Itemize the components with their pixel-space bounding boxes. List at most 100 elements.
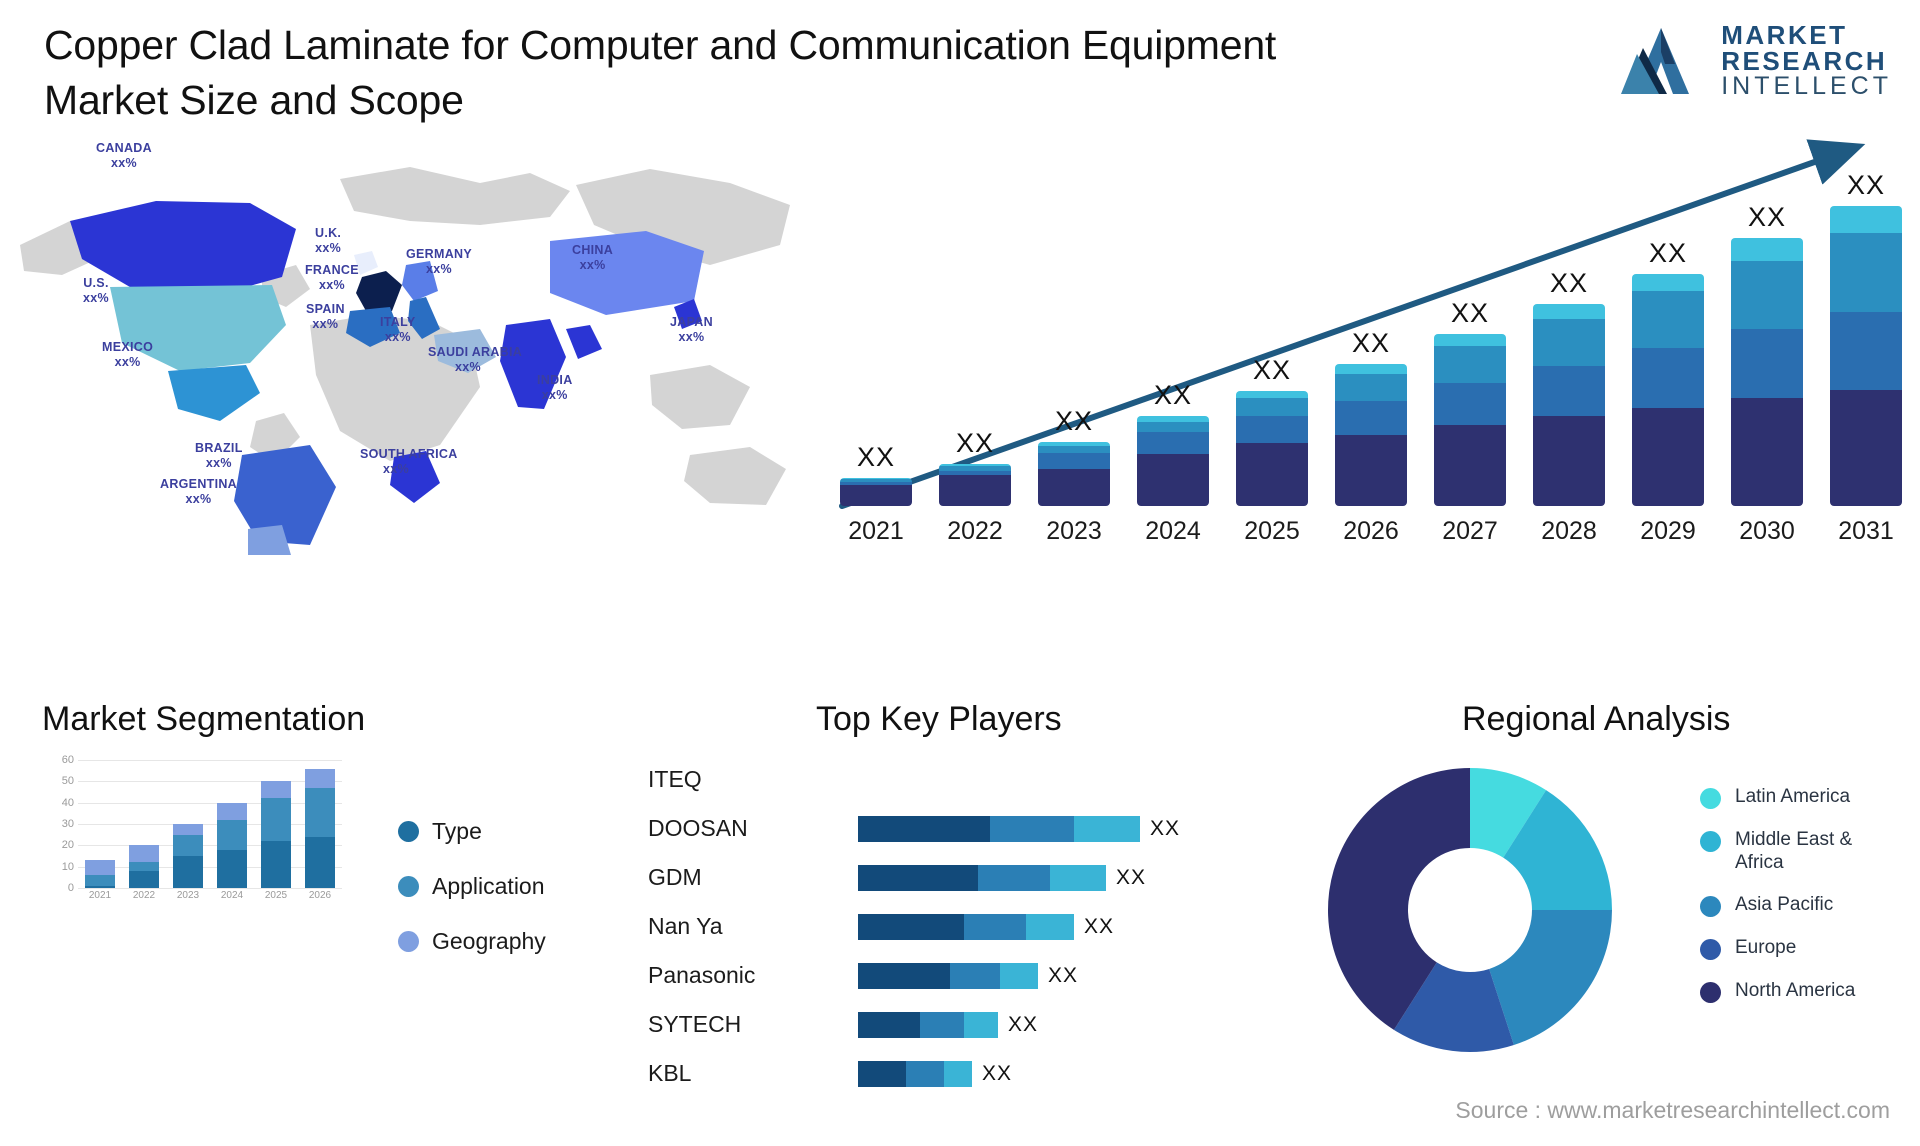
- legend-dot-icon: [398, 931, 419, 952]
- key-player-bar-segment: [990, 815, 1074, 842]
- key-player-bar-segment: [858, 1011, 920, 1038]
- key-player-name: SYTECH: [648, 1011, 742, 1037]
- map-label-south-africa: SOUTH AFRICA xx%: [360, 447, 458, 476]
- regional-legend-item: North America: [1700, 979, 1905, 1004]
- segmentation-bar-segment: [85, 875, 115, 886]
- key-player-bar-segment: [858, 962, 950, 989]
- forecast-bar-column: XX: [1434, 298, 1506, 506]
- forecast-year-label: 2026: [1343, 517, 1399, 545]
- key-player-bar-segment: [858, 1060, 906, 1087]
- map-label-india: INDIA xx%: [537, 373, 573, 402]
- segmentation-legend-label: Type: [432, 818, 482, 844]
- key-player-row: ITEQ: [648, 755, 1208, 804]
- forecast-bar-segment: [1236, 443, 1308, 506]
- forecast-bars: XX XX XX XX XX XX XX XX XX XX XX: [840, 170, 1902, 506]
- forecast-bar-stack: [1038, 442, 1110, 506]
- segmentation-bar: [129, 760, 159, 888]
- key-player-value: XX: [1048, 963, 1079, 987]
- segmentation-bar-segment: [173, 824, 203, 835]
- segmentation-bar-segment: [305, 836, 335, 888]
- key-player-row: Panasonic XX: [648, 951, 1208, 1000]
- forecast-bar-segment: [1632, 273, 1704, 292]
- forecast-bar-segment: [1137, 454, 1209, 506]
- segmentation-bar-segment: [173, 834, 203, 856]
- forecast-bar-value: XX: [1054, 406, 1094, 437]
- forecast-bar-segment: [939, 475, 1011, 506]
- segmentation-legend-item: Geography: [398, 928, 546, 955]
- key-player-bar: [858, 815, 1140, 842]
- key-player-row: DOOSAN XX: [648, 804, 1208, 853]
- regional-legend: Latin America Middle East & Africa Asia Pa…: [1700, 785, 1905, 1022]
- segmentation-bar-segment: [261, 841, 291, 888]
- key-player-name: Panasonic: [648, 962, 756, 988]
- regional-legend-label: Middle East & Africa: [1735, 829, 1853, 874]
- segmentation-legend-label: Application: [432, 873, 545, 899]
- forecast-bar-segment: [1038, 452, 1110, 469]
- map-label-uk: U.K. xx%: [315, 226, 342, 255]
- segmentation-legend: Type Application Geography: [398, 818, 546, 983]
- key-player-value: XX: [1116, 865, 1147, 889]
- forecast-bar-value: XX: [1747, 202, 1787, 233]
- key-player-value: XX: [1008, 1012, 1039, 1036]
- forecast-bar-segment: [1335, 435, 1407, 506]
- legend-dot-icon: [1700, 896, 1721, 918]
- key-player-bar-segment: [858, 864, 978, 891]
- world-map: CANADA xx% U.S. xx% MEXICO xx% BRAZIL xx% AR…: [10, 125, 810, 555]
- segmentation-bars: [78, 760, 342, 888]
- key-player-value: XX: [982, 1061, 1013, 1085]
- regional-legend-label: Latin America: [1735, 786, 1851, 807]
- market-segmentation-heading: Market Segmentation: [42, 700, 366, 738]
- forecast-year-label: 2028: [1541, 517, 1597, 545]
- forecast-year-label: 2029: [1640, 517, 1696, 545]
- key-player-bar: [858, 864, 1106, 891]
- map-label-china: CHINA xx%: [572, 243, 614, 272]
- segmentation-bar-segment: [217, 802, 247, 820]
- forecast-bar-column: XX: [1830, 170, 1902, 506]
- segmentation-y-tick: 0: [67, 882, 74, 894]
- logo-mark-icon: [1621, 27, 1690, 94]
- forecast-bar-segment: [1236, 415, 1308, 444]
- segmentation-bar-segment: [261, 781, 291, 799]
- key-player-bar-segment: [950, 962, 1000, 989]
- forecast-bar-segment: [1434, 334, 1506, 347]
- map-label-spain: SPAIN xx%: [306, 302, 345, 331]
- forecast-bar-segment: [840, 485, 912, 506]
- key-player-bar-segment: [964, 1011, 998, 1038]
- segmentation-y-tick: 40: [61, 796, 74, 809]
- forecast-bar-segment: [1731, 328, 1803, 398]
- donut-slice: [1489, 910, 1612, 1046]
- key-player-name: Nan Ya: [648, 913, 723, 939]
- segmentation-bar-segment: [261, 798, 291, 842]
- map-label-canada: CANADA xx%: [96, 141, 152, 170]
- segmentation-y-tick: 10: [61, 860, 74, 873]
- key-player-name: DOOSAN: [648, 815, 748, 841]
- map-label-us: U.S. xx%: [83, 276, 109, 305]
- segmentation-y-tick: 20: [61, 839, 74, 852]
- forecast-bar-segment: [1731, 260, 1803, 329]
- forecast-bar-segment: [1236, 397, 1308, 416]
- forecast-bar-value: XX: [1846, 170, 1886, 200]
- map-label-germany: GERMANY xx%: [406, 247, 472, 276]
- forecast-bar-segment: [1038, 468, 1110, 506]
- forecast-bar-segment: [1335, 373, 1407, 402]
- key-player-bar-segment: [1000, 962, 1038, 989]
- forecast-bar-column: XX: [1632, 238, 1704, 506]
- key-player-bar-segment: [920, 1011, 964, 1038]
- key-player-row: Nan Ya XX: [648, 902, 1208, 951]
- forecast-bar-stack: [1533, 304, 1605, 506]
- map-label-italy: ITALY xx%: [380, 315, 416, 344]
- forecast-bar-segment: [1335, 364, 1407, 374]
- forecast-year-label: 2024: [1145, 517, 1201, 545]
- segmentation-bar-segment: [173, 856, 203, 888]
- forecast-bar-stack: [939, 464, 1011, 506]
- key-player-bar-segment: [1074, 815, 1140, 842]
- segmentation-x-axis: 2021 2022 2023 2024 2025 2026: [78, 890, 342, 901]
- legend-dot-icon: [1700, 982, 1721, 1004]
- key-player-row: GDM XX: [648, 853, 1208, 902]
- logo-line-2: RESEARCH: [1721, 46, 1888, 76]
- forecast-year-axis: 2021 2022 2023 2024 2025 2026 2027 2028 2029 2030…: [840, 517, 1902, 546]
- forecast-bar-column: XX: [1038, 406, 1110, 506]
- forecast-bar-segment: [1830, 233, 1902, 313]
- source-text: Source : www.marketresearchintellect.com: [1455, 1097, 1890, 1123]
- segmentation-bar-segment: [305, 787, 335, 837]
